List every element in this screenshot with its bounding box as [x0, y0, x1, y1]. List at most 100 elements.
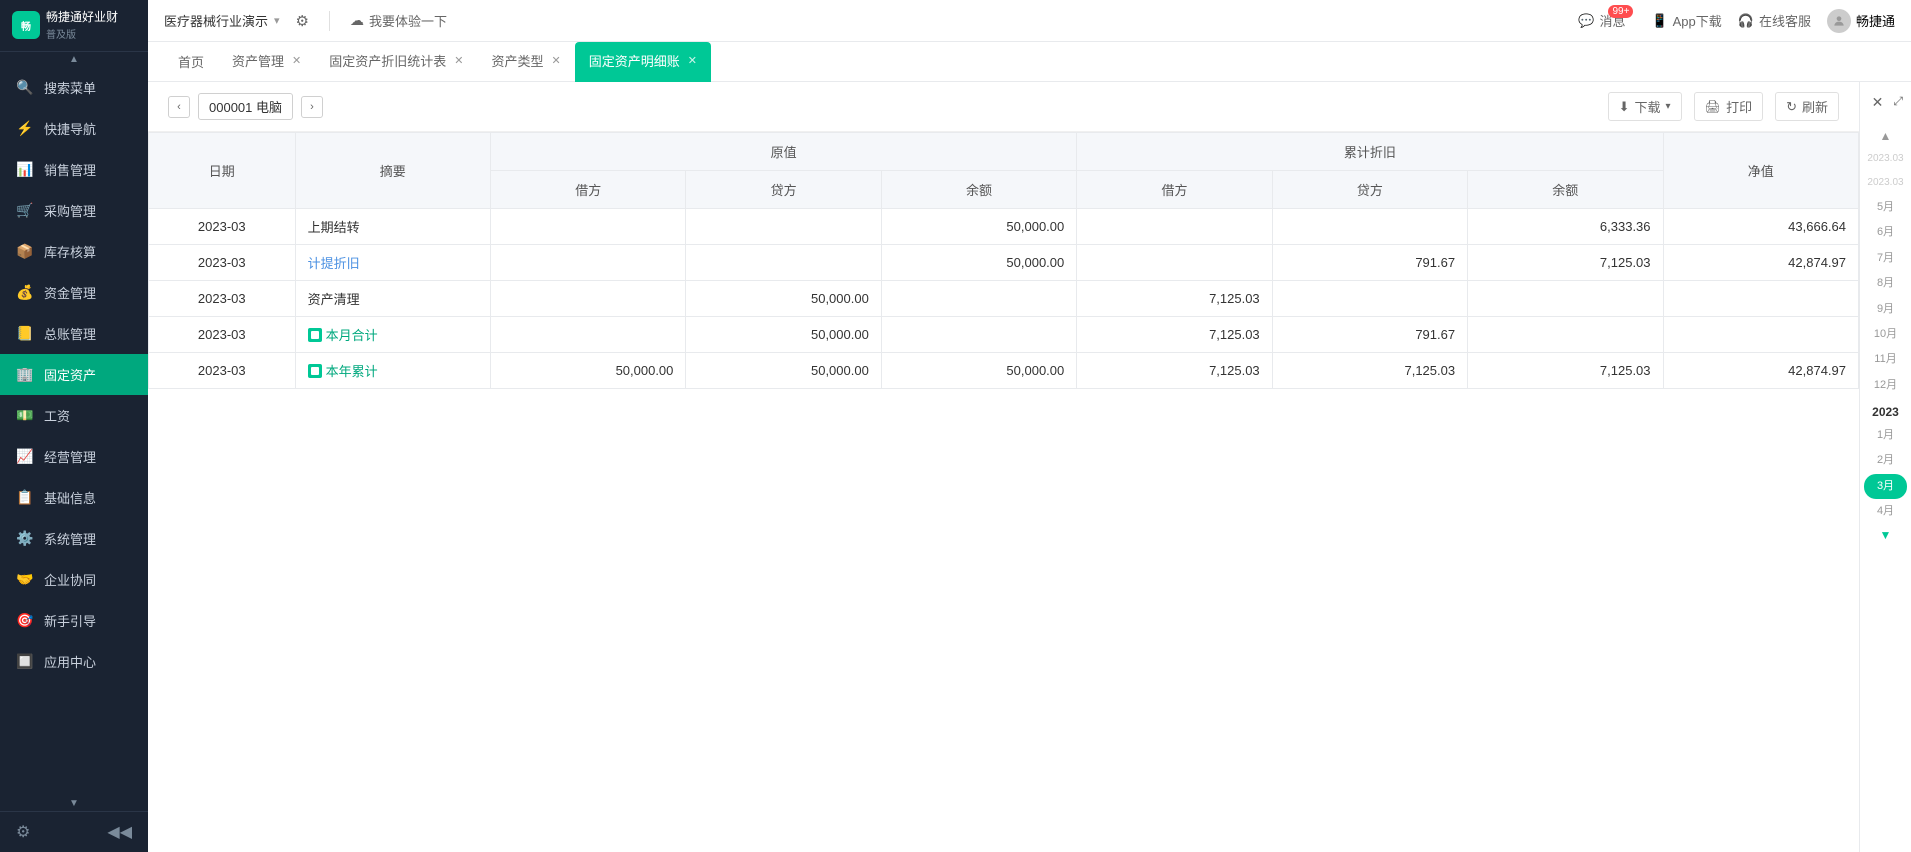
tab-asset-detail-label: 固定资产明细账 — [589, 51, 680, 70]
app-name: 畅捷通好业财 — [46, 10, 118, 26]
year-total-icon — [308, 364, 322, 378]
tab-depreciation-stats-label: 固定资产折旧统计表 — [329, 51, 446, 70]
app-download-btn[interactable]: 📱 App下载 — [1651, 11, 1721, 30]
timeline-scroll-up-button[interactable]: ▲ — [1876, 125, 1896, 147]
cell-summary-4: 本月合计 — [295, 317, 490, 353]
app-version: 普及版 — [46, 26, 118, 41]
tab-asset-type[interactable]: 资产类型 ✕ — [477, 42, 574, 82]
trend-icon: 📈 — [16, 447, 34, 465]
tab-depreciation-stats-close[interactable]: ✕ — [454, 54, 463, 67]
sidebar-item-system[interactable]: ⚙️ 系统管理 — [0, 518, 148, 559]
sidebar-item-search[interactable]: 🔍 搜索菜单 — [0, 67, 148, 108]
sidebar-item-salary[interactable]: 💵 工资 — [0, 395, 148, 436]
cell-date-4: 2023-03 — [149, 317, 296, 353]
cell-net-value-4 — [1663, 317, 1858, 353]
sidebar-item-fixed-assets[interactable]: 🏢 固定资产 — [0, 354, 148, 395]
user-profile[interactable]: 畅捷通 — [1827, 9, 1895, 33]
timeline-month-11[interactable]: 11月 — [1860, 347, 1911, 372]
download-button[interactable]: ⬇ 下载 ▾ — [1608, 92, 1682, 121]
sidebar-item-funds[interactable]: 💰 资金管理 — [0, 272, 148, 313]
sidebar-item-basic-info[interactable]: 📋 基础信息 — [0, 477, 148, 518]
timeline-month-2[interactable]: 2月 — [1860, 448, 1911, 473]
project-selector[interactable]: 医疗器械行业演示 ▾ — [164, 11, 280, 30]
sidebar-scroll-bottom: ▼ — [0, 796, 148, 811]
tab-asset-detail-close[interactable]: ✕ — [688, 54, 697, 67]
refresh-icon: ↻ — [1786, 99, 1797, 115]
sidebar-nav: 🔍 搜索菜单 ⚡ 快捷导航 📊 销售管理 🛒 采购管理 📦 库存核算 💰 资金管… — [0, 67, 148, 796]
asset-code-display: 000001 电脑 — [198, 93, 293, 120]
sidebar-label-ledger: 总账管理 — [44, 324, 96, 343]
target-icon: 🎯 — [16, 611, 34, 629]
collapse-icon[interactable]: ◀◀ — [107, 822, 132, 842]
sidebar-item-guide[interactable]: 🎯 新手引导 — [0, 600, 148, 641]
refresh-button[interactable]: ↻ 刷新 — [1775, 92, 1839, 121]
col-summary: 摘要 — [295, 133, 490, 209]
sidebar-bottom: ⚙ ◀◀ — [0, 811, 148, 852]
tab-asset-mgmt-close[interactable]: ✕ — [292, 54, 301, 67]
app-download-label: App下载 — [1673, 11, 1722, 30]
username: 畅捷通 — [1856, 11, 1895, 30]
cell-orig-credit-2 — [686, 245, 881, 281]
tab-asset-type-close[interactable]: ✕ — [552, 54, 561, 67]
sidebar-item-sales[interactable]: 📊 销售管理 — [0, 149, 148, 190]
timeline-month-9[interactable]: 9月 — [1860, 297, 1911, 322]
book-icon: 📒 — [16, 324, 34, 342]
timeline-month-5[interactable]: 5月 — [1860, 195, 1911, 220]
service-icon: 🎧 — [1738, 13, 1754, 29]
cell-summary-3: 资产清理 — [295, 281, 490, 317]
prev-asset-button[interactable]: ‹ — [168, 96, 190, 118]
experience-btn[interactable]: ☁ 我要体验一下 — [350, 11, 447, 30]
sidebar-item-app-center[interactable]: 🔲 应用中心 — [0, 641, 148, 682]
tab-home[interactable]: 首页 — [164, 42, 218, 82]
sidebar-item-operations[interactable]: 📈 经营管理 — [0, 436, 148, 477]
cell-acc-credit-4: 791.67 — [1272, 317, 1467, 353]
timeline-month-3-active[interactable]: 3月 — [1864, 474, 1907, 499]
panel-close-button[interactable]: ✕ — [1868, 90, 1888, 121]
timeline-month-1[interactable]: 1月 — [1860, 423, 1911, 448]
table-wrapper: 日期 摘要 原值 累计折旧 净值 借方 贷方 余额 借方 贷方 余额 — [148, 132, 1859, 852]
panel-expand-button[interactable]: ⤢ — [1889, 90, 1907, 113]
timeline-month-8[interactable]: 8月 — [1860, 271, 1911, 296]
cell-date-2: 2023-03 — [149, 245, 296, 281]
money-icon: 💰 — [16, 283, 34, 301]
tab-asset-mgmt[interactable]: 资产管理 ✕ — [218, 42, 315, 82]
timeline-month-7[interactable]: 7月 — [1860, 246, 1911, 271]
cell-orig-credit-1 — [686, 209, 881, 245]
table-row: 2023-03 资产清理 50,000.00 7,125.03 — [149, 281, 1859, 317]
cell-summary-2[interactable]: 计提折旧 — [295, 245, 490, 281]
customer-service-btn[interactable]: 🎧 在线客服 — [1738, 11, 1811, 30]
sidebar-item-enterprise[interactable]: 🤝 企业协同 — [0, 559, 148, 600]
sidebar-label-inventory: 库存核算 — [44, 242, 96, 261]
messages-btn[interactable]: 💬 消息 99+ — [1578, 11, 1625, 30]
topbar-settings-icon[interactable]: ⚙ — [296, 12, 309, 30]
next-asset-button[interactable]: › — [301, 96, 323, 118]
timeline-scroll-down-button[interactable]: ▼ — [1876, 524, 1896, 546]
settings-bottom-icon[interactable]: ⚙ — [16, 822, 30, 842]
timeline-year1-end[interactable]: 2023.03 — [1860, 171, 1911, 195]
col-accumulated-dep: 累计折旧 — [1077, 133, 1663, 171]
print-label: 打印 — [1726, 97, 1752, 116]
timeline-month-6[interactable]: 6月 — [1860, 220, 1911, 245]
cell-acc-balance-1: 6,333.36 — [1468, 209, 1663, 245]
col-original-value: 原值 — [490, 133, 1076, 171]
print-icon: 🖨 — [1705, 99, 1722, 115]
panel-top-buttons: ✕ ⤢ — [1860, 90, 1911, 125]
timeline-year1-start[interactable]: 2023.03 — [1860, 147, 1911, 171]
timeline-month-4[interactable]: 4月 — [1860, 499, 1911, 524]
tab-depreciation-stats[interactable]: 固定资产折旧统计表 ✕ — [315, 42, 477, 82]
month-total-icon — [308, 328, 322, 342]
col-orig-balance: 余额 — [881, 171, 1076, 209]
sidebar-label-fixed-assets: 固定资产 — [44, 365, 96, 384]
sidebar-item-ledger[interactable]: 📒 总账管理 — [0, 313, 148, 354]
timeline-month-12[interactable]: 12月 — [1860, 373, 1911, 398]
sidebar-item-quick-nav[interactable]: ⚡ 快捷导航 — [0, 108, 148, 149]
sidebar-item-purchase[interactable]: 🛒 采购管理 — [0, 190, 148, 231]
cell-acc-debit-3: 7,125.03 — [1077, 281, 1272, 317]
sidebar-label-system: 系统管理 — [44, 529, 96, 548]
download-label: 下载 — [1635, 97, 1661, 116]
sidebar-item-inventory[interactable]: 📦 库存核算 — [0, 231, 148, 272]
print-button[interactable]: 🖨 打印 — [1694, 92, 1764, 121]
tab-asset-detail[interactable]: 固定资产明细账 ✕ — [575, 42, 711, 82]
timeline-month-10[interactable]: 10月 — [1860, 322, 1911, 347]
cell-summary-1: 上期结转 — [295, 209, 490, 245]
